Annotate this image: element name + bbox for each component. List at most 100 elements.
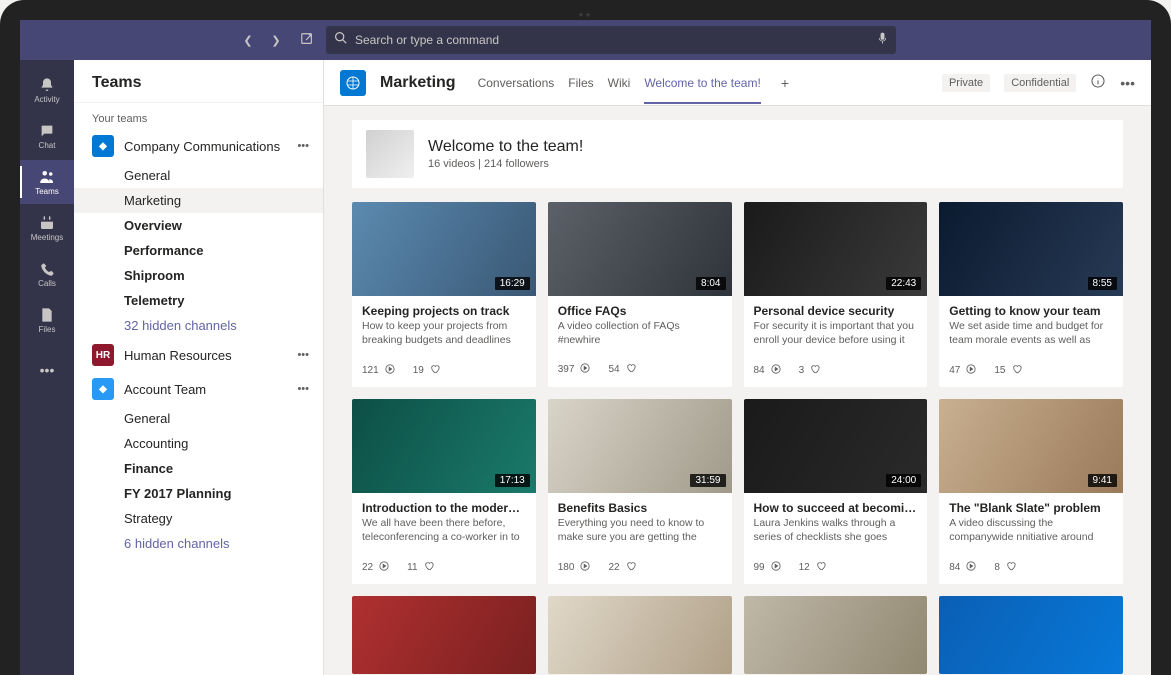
sidebar-title: Teams <box>74 60 323 103</box>
search-box[interactable] <box>326 26 896 54</box>
tab-welcome[interactable]: Welcome to the team! <box>644 62 761 104</box>
content-pane: Marketing Conversations Files Wiki Welco… <box>324 60 1151 675</box>
channel-marketing[interactable]: Marketing <box>74 188 323 213</box>
video-thumbnail: 22:43 <box>744 202 928 296</box>
banner-thumbnail <box>366 130 414 178</box>
team-human-resources[interactable]: HR Human Resources ••• <box>74 338 323 372</box>
heart-icon <box>1006 561 1016 574</box>
channel-performance[interactable]: Performance <box>74 238 323 263</box>
rail-teams[interactable]: Teams <box>20 160 74 204</box>
rail-label: Calls <box>38 279 56 288</box>
team-name-label: Account Team <box>124 382 206 397</box>
channel-accounting[interactable]: Accounting <box>74 431 323 456</box>
hidden-channels-link-2[interactable]: 6 hidden channels <box>74 531 323 556</box>
video-views: 84 <box>949 562 960 573</box>
hidden-channels-link[interactable]: 32 hidden channels <box>74 313 323 338</box>
video-description: Laura Jenkins walks through a series of … <box>754 517 918 545</box>
channel-overview[interactable]: Overview <box>74 213 323 238</box>
play-icon <box>379 561 389 574</box>
video-card[interactable]: 8:04 Office FAQs A video collection of F… <box>548 202 732 387</box>
video-card[interactable]: 17:13 Introduction to the modern… We all… <box>352 399 536 584</box>
tab-wiki[interactable]: Wiki <box>608 62 631 104</box>
page-banner: Welcome to the team! 16 videos | 214 fol… <box>352 120 1123 188</box>
channel-fy2017[interactable]: FY 2017 Planning <box>74 481 323 506</box>
video-likes: 8 <box>994 562 1000 573</box>
video-duration: 22:43 <box>886 277 921 290</box>
popout-icon[interactable] <box>296 32 318 49</box>
mic-icon[interactable] <box>877 32 888 48</box>
app-rail: Activity Chat Teams <box>20 60 74 675</box>
rail-label: Activity <box>34 95 59 104</box>
video-thumbnail <box>548 596 732 674</box>
chat-icon <box>39 122 55 140</box>
tab-conversations[interactable]: Conversations <box>478 62 555 104</box>
play-icon <box>966 561 976 574</box>
overflow-icon[interactable]: ••• <box>1120 75 1135 91</box>
nav-back-button[interactable]: ❮ <box>236 28 260 52</box>
video-thumbnail: 9:41 <box>939 399 1123 493</box>
tab-files[interactable]: Files <box>568 62 593 104</box>
video-card[interactable] <box>744 596 928 674</box>
team-company-communications[interactable]: ◆ Company Communications ••• <box>74 129 323 163</box>
play-icon <box>580 561 590 574</box>
video-card[interactable]: 22:43 Personal device security For secur… <box>744 202 928 387</box>
banner-subtitle: 16 videos | 214 followers <box>428 158 583 170</box>
channel-telemetry[interactable]: Telemetry <box>74 288 323 313</box>
rail-meetings[interactable]: Meetings <box>20 206 74 250</box>
teams-icon <box>38 168 56 186</box>
channel-shiproom[interactable]: Shiproom <box>74 263 323 288</box>
channel-strategy[interactable]: Strategy <box>74 506 323 531</box>
play-icon <box>385 364 395 377</box>
video-views: 121 <box>362 365 379 376</box>
video-card[interactable]: 9:41 The "Blank Slate" problem A video d… <box>939 399 1123 584</box>
team-account-team[interactable]: ◆ Account Team ••• <box>74 372 323 406</box>
team-more-icon[interactable]: ••• <box>297 140 309 152</box>
video-duration: 9:41 <box>1088 474 1117 487</box>
info-icon[interactable] <box>1090 73 1106 92</box>
video-card[interactable] <box>352 596 536 674</box>
team-more-icon[interactable]: ••• <box>297 349 309 361</box>
channel-general[interactable]: General <box>74 163 323 188</box>
rail-activity[interactable]: Activity <box>20 68 74 112</box>
video-card[interactable]: 8:55 Getting to know your team We set as… <box>939 202 1123 387</box>
calendar-icon <box>39 214 55 232</box>
video-card[interactable]: 31:59 Benefits Basics Everything you nee… <box>548 399 732 584</box>
search-input[interactable] <box>355 33 888 47</box>
video-card[interactable] <box>939 596 1123 674</box>
video-likes: 3 <box>799 365 805 376</box>
video-views: 397 <box>558 364 575 375</box>
rail-calls[interactable]: Calls <box>20 252 74 296</box>
video-card[interactable]: 24:00 How to succeed at becoming a… Laur… <box>744 399 928 584</box>
team-more-icon[interactable]: ••• <box>297 383 309 395</box>
device-camera: ●● <box>579 10 593 19</box>
video-thumbnail: 16:29 <box>352 202 536 296</box>
video-title: Benefits Basics <box>558 501 722 515</box>
video-thumbnail <box>744 596 928 674</box>
rail-label: Chat <box>39 141 56 150</box>
heart-icon <box>816 561 826 574</box>
add-tab-button[interactable]: + <box>775 75 795 91</box>
channel-finance[interactable]: Finance <box>74 456 323 481</box>
search-icon <box>334 31 347 49</box>
team-name-label: Human Resources <box>124 348 232 363</box>
team-avatar: ◆ <box>92 378 114 400</box>
channel-title: Marketing <box>380 74 456 92</box>
video-card[interactable]: 16:29 Keeping projects on track How to k… <box>352 202 536 387</box>
video-views: 84 <box>754 365 765 376</box>
video-grid: 16:29 Keeping projects on track How to k… <box>352 202 1123 674</box>
video-thumbnail <box>352 596 536 674</box>
video-thumbnail <box>939 596 1123 674</box>
video-likes: 12 <box>799 562 810 573</box>
rail-chat[interactable]: Chat <box>20 114 74 158</box>
video-likes: 11 <box>407 562 417 573</box>
video-card[interactable] <box>548 596 732 674</box>
confidential-badge: Confidential <box>1004 74 1076 92</box>
channel-general-2[interactable]: General <box>74 406 323 431</box>
rail-files[interactable]: Files <box>20 298 74 342</box>
rail-label: Teams <box>35 187 59 196</box>
video-likes: 19 <box>413 365 424 376</box>
channel-tile-icon <box>340 70 366 96</box>
video-duration: 24:00 <box>886 474 921 487</box>
rail-more-button[interactable]: ••• <box>40 348 55 392</box>
nav-forward-button[interactable]: ❯ <box>264 28 288 52</box>
